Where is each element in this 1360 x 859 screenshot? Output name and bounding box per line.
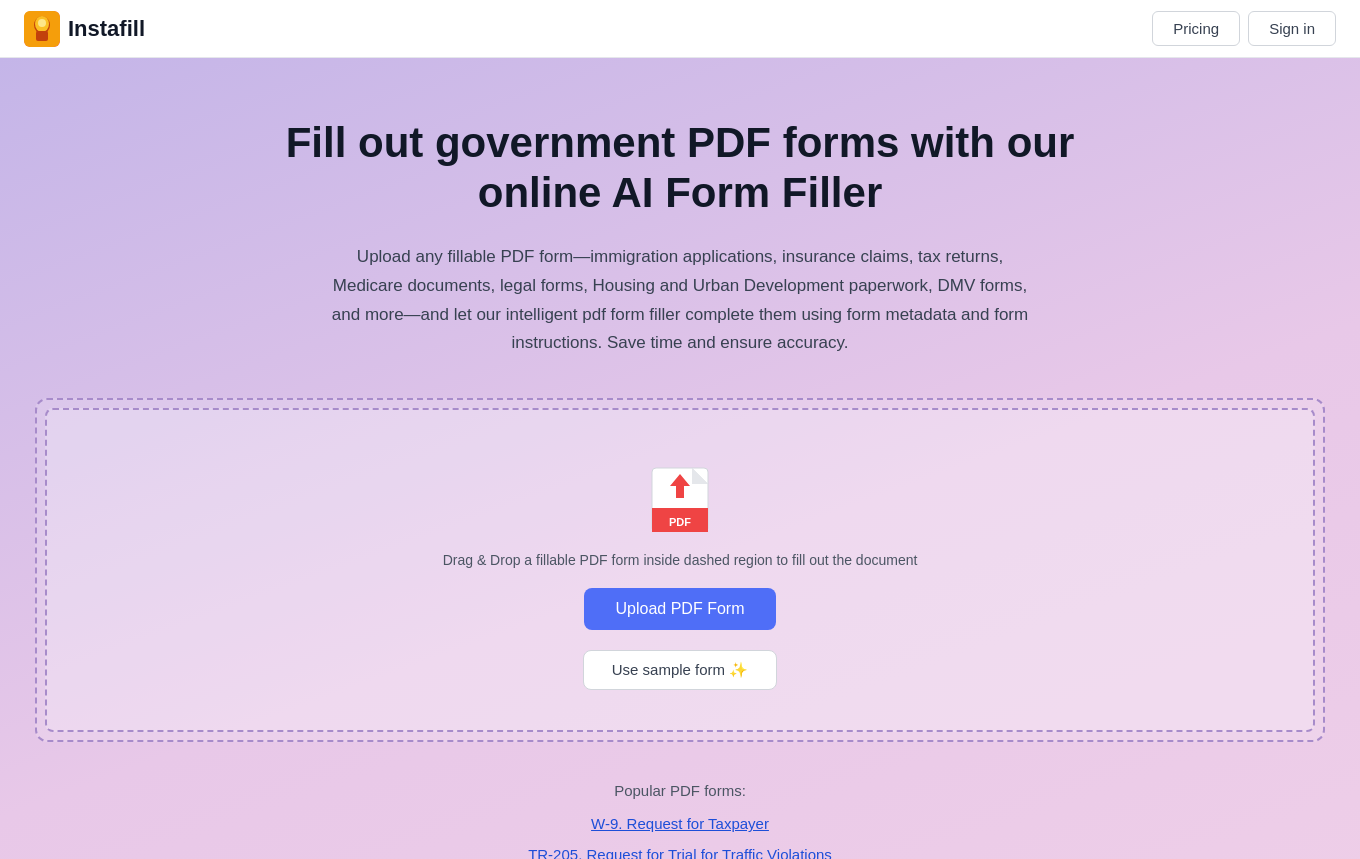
sample-button[interactable]: Use sample form ✨ [583,650,778,690]
logo-avatar [24,11,60,47]
hero-title: Fill out government PDF forms with our o… [230,118,1130,219]
svg-point-3 [38,19,46,27]
upload-hint: Drag & Drop a fillable PDF form inside d… [443,552,918,568]
popular-links: W-9. Request for Taxpayer TR-205. Request… [20,815,1340,859]
popular-form-link[interactable]: W-9. Request for Taxpayer [20,815,1340,832]
popular-section: Popular PDF forms: W-9. Request for Taxp… [20,782,1340,859]
popular-label: Popular PDF forms: [20,782,1340,799]
signin-button[interactable]: Sign in [1248,11,1336,46]
logo[interactable]: Instafill [24,11,145,47]
upload-zone-outer: PDF Drag & Drop a fillable PDF form insi… [35,398,1325,742]
svg-rect-4 [36,31,48,41]
upload-zone-inner[interactable]: PDF Drag & Drop a fillable PDF form insi… [45,408,1315,732]
hero-subtitle: Upload any fillable PDF form—immigration… [320,243,1040,359]
hero-section: Fill out government PDF forms with our o… [0,58,1360,859]
svg-text:PDF: PDF [669,516,691,528]
upload-button[interactable]: Upload PDF Form [584,588,777,630]
pdf-upload-icon: PDF [648,460,712,532]
navbar: Instafill Pricing Sign in [0,0,1360,58]
pricing-button[interactable]: Pricing [1152,11,1240,46]
nav-actions: Pricing Sign in [1152,11,1336,46]
popular-form-link[interactable]: TR-205. Request for Trial for Traffic Vi… [20,846,1340,859]
logo-text: Instafill [68,16,145,42]
